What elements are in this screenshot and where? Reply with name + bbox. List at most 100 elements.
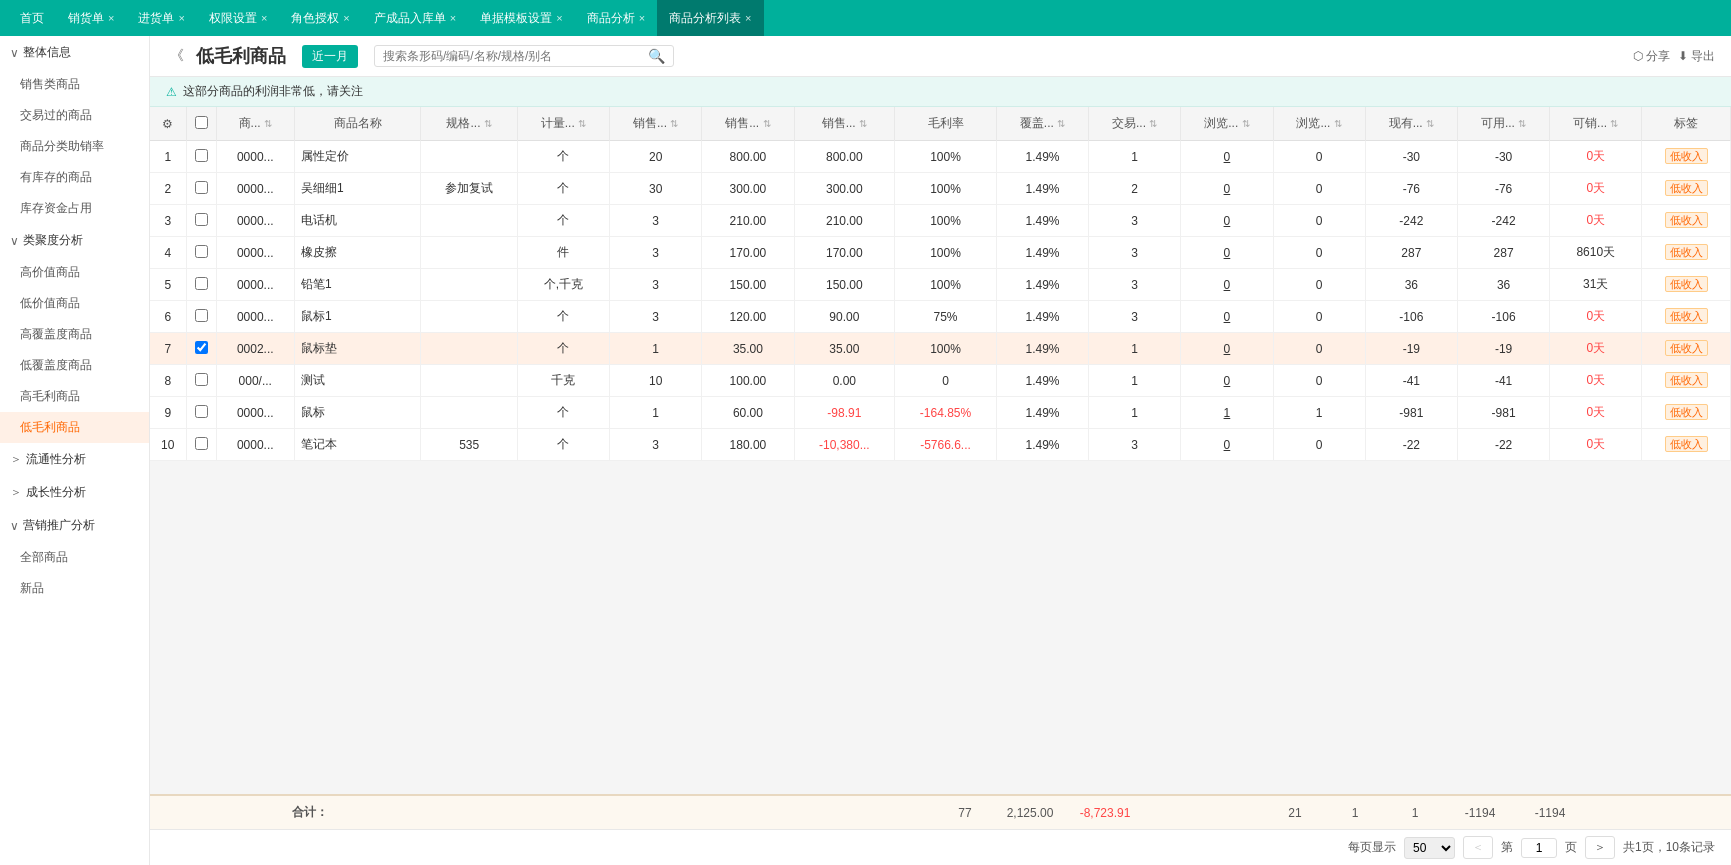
prev-page-button[interactable]: ＜	[1463, 836, 1493, 859]
sidebar-item-traded-goods[interactable]: 交易过的商品	[0, 100, 149, 131]
row-checkbox[interactable]	[186, 365, 216, 397]
col-available-stock[interactable]: 可用... ⇅	[1457, 107, 1549, 141]
col-spec[interactable]: 规格... ⇅	[421, 107, 517, 141]
row-views1[interactable]: 1	[1181, 397, 1273, 429]
close-icon[interactable]: ×	[108, 12, 114, 24]
row-checkbox[interactable]	[186, 397, 216, 429]
row-select-checkbox[interactable]	[195, 309, 208, 322]
row-views1[interactable]: 0	[1181, 237, 1273, 269]
row-views1[interactable]: 0	[1181, 365, 1273, 397]
sidebar-group-marketing[interactable]: ∨ 营销推广分析	[0, 509, 149, 542]
nav-item-finished-goods[interactable]: 产成品入库单 ×	[362, 0, 468, 36]
sidebar-group-cluster[interactable]: ∨ 类聚度分析	[0, 224, 149, 257]
sidebar-item-all-goods[interactable]: 全部商品	[0, 542, 149, 573]
row-views1[interactable]: 0	[1181, 269, 1273, 301]
col-sales-profit[interactable]: 销售... ⇅	[794, 107, 895, 141]
sidebar-item-low-margin[interactable]: 低毛利商品	[0, 412, 149, 443]
footer-total: 合计： 77 2,125.00 -8,723.91 21 1 1 -1194 -…	[150, 794, 1731, 829]
col-views2[interactable]: 浏览... ⇅	[1273, 107, 1365, 141]
col-sales-qty[interactable]: 销售... ⇅	[610, 107, 702, 141]
col-code[interactable]: 商... ⇅	[216, 107, 295, 141]
page-end-label: 页	[1565, 839, 1577, 856]
sidebar-item-category-rate[interactable]: 商品分类助销率	[0, 131, 149, 162]
nav-item-home[interactable]: 首页	[8, 0, 56, 36]
close-icon[interactable]: ×	[745, 12, 751, 24]
sidebar-item-stocked-goods[interactable]: 有库存的商品	[0, 162, 149, 193]
row-select-checkbox[interactable]	[195, 277, 208, 290]
row-select-checkbox[interactable]	[195, 149, 208, 162]
close-icon[interactable]: ×	[343, 12, 349, 24]
row-checkbox[interactable]	[186, 173, 216, 205]
sidebar-item-inventory-capital[interactable]: 库存资金占用	[0, 193, 149, 224]
row-checkbox[interactable]	[186, 237, 216, 269]
sidebar-item-high-margin[interactable]: 高毛利商品	[0, 381, 149, 412]
select-all-checkbox[interactable]	[195, 116, 208, 129]
sidebar-group-flow[interactable]: ＞ 流通性分析	[0, 443, 149, 476]
row-code: 0000...	[216, 269, 295, 301]
row-select-checkbox[interactable]	[195, 437, 208, 450]
search-input[interactable]	[383, 49, 648, 63]
row-views1[interactable]: 0	[1181, 141, 1273, 173]
row-views1[interactable]: 0	[1181, 333, 1273, 365]
page-number-input[interactable]	[1521, 838, 1557, 858]
nav-item-purchase[interactable]: 进货单 ×	[126, 0, 196, 36]
per-page-select[interactable]: 50 100	[1404, 837, 1455, 859]
collapse-sidebar-button[interactable]: 《	[166, 47, 188, 65]
row-checkbox[interactable]	[186, 141, 216, 173]
top-nav: 首页 销货单 × 进货单 × 权限设置 × 角色授权 × 产成品入库单 × 单据…	[0, 0, 1731, 36]
col-views1[interactable]: 浏览... ⇅	[1181, 107, 1273, 141]
nav-item-analysis-list[interactable]: 商品分析列表 ×	[657, 0, 763, 36]
date-filter-button[interactable]: 近一月	[302, 45, 358, 68]
row-select-checkbox[interactable]	[195, 341, 208, 354]
row-select-checkbox[interactable]	[195, 213, 208, 226]
sidebar-item-low-coverage[interactable]: 低覆盖度商品	[0, 350, 149, 381]
sidebar-item-sales-goods[interactable]: 销售类商品	[0, 69, 149, 100]
sidebar-item-new-goods[interactable]: 新品	[0, 573, 149, 604]
col-unit[interactable]: 计量... ⇅	[517, 107, 609, 141]
row-checkbox[interactable]	[186, 333, 216, 365]
close-icon[interactable]: ×	[556, 12, 562, 24]
nav-item-roles[interactable]: 角色授权 ×	[279, 0, 361, 36]
col-transactions[interactable]: 交易... ⇅	[1089, 107, 1181, 141]
sidebar-group-growth[interactable]: ＞ 成长性分析	[0, 476, 149, 509]
row-select-checkbox[interactable]	[195, 373, 208, 386]
col-tag[interactable]: 标签	[1642, 107, 1731, 141]
sidebar-item-low-value[interactable]: 低价值商品	[0, 288, 149, 319]
row-checkbox[interactable]	[186, 429, 216, 461]
row-select-checkbox[interactable]	[195, 405, 208, 418]
export-button[interactable]: ⬇ 导出	[1678, 48, 1715, 65]
sidebar-item-high-value[interactable]: 高价值商品	[0, 257, 149, 288]
row-checkbox[interactable]	[186, 205, 216, 237]
row-select-checkbox[interactable]	[195, 245, 208, 258]
row-views1[interactable]: 0	[1181, 301, 1273, 333]
close-icon[interactable]: ×	[178, 12, 184, 24]
sidebar-item-high-coverage[interactable]: 高覆盖度商品	[0, 319, 149, 350]
col-checkbox[interactable]	[186, 107, 216, 141]
row-select-checkbox[interactable]	[195, 181, 208, 194]
col-sales-price[interactable]: 销售... ⇅	[702, 107, 794, 141]
nav-item-analysis[interactable]: 商品分析 ×	[575, 0, 657, 36]
col-coverage[interactable]: 覆盖... ⇅	[996, 107, 1088, 141]
sidebar-group-overall[interactable]: ∨ 整体信息	[0, 36, 149, 69]
nav-item-sales[interactable]: 销货单 ×	[56, 0, 126, 36]
row-no: 7	[150, 333, 186, 365]
nav-item-permissions[interactable]: 权限设置 ×	[197, 0, 279, 36]
nav-item-template[interactable]: 单据模板设置 ×	[468, 0, 574, 36]
col-current-stock[interactable]: 现有... ⇅	[1365, 107, 1457, 141]
row-views1[interactable]: 0	[1181, 429, 1273, 461]
close-icon[interactable]: ×	[450, 12, 456, 24]
close-icon[interactable]: ×	[639, 12, 645, 24]
row-checkbox[interactable]	[186, 269, 216, 301]
col-gross-margin[interactable]: 毛利率	[895, 107, 997, 141]
col-sellable-days[interactable]: 可销... ⇅	[1550, 107, 1642, 141]
col-name[interactable]: 商品名称	[295, 107, 421, 141]
row-unit: 件	[517, 237, 609, 269]
close-icon[interactable]: ×	[261, 12, 267, 24]
row-views1[interactable]: 0	[1181, 173, 1273, 205]
share-button[interactable]: ⬡ 分享	[1633, 48, 1670, 65]
next-page-button[interactable]: ＞	[1585, 836, 1615, 859]
row-views1[interactable]: 0	[1181, 205, 1273, 237]
col-settings[interactable]: ⚙	[150, 107, 186, 141]
row-checkbox[interactable]	[186, 301, 216, 333]
table-container[interactable]: ⚙ 商... ⇅ 商品名称 规格...	[150, 107, 1731, 794]
